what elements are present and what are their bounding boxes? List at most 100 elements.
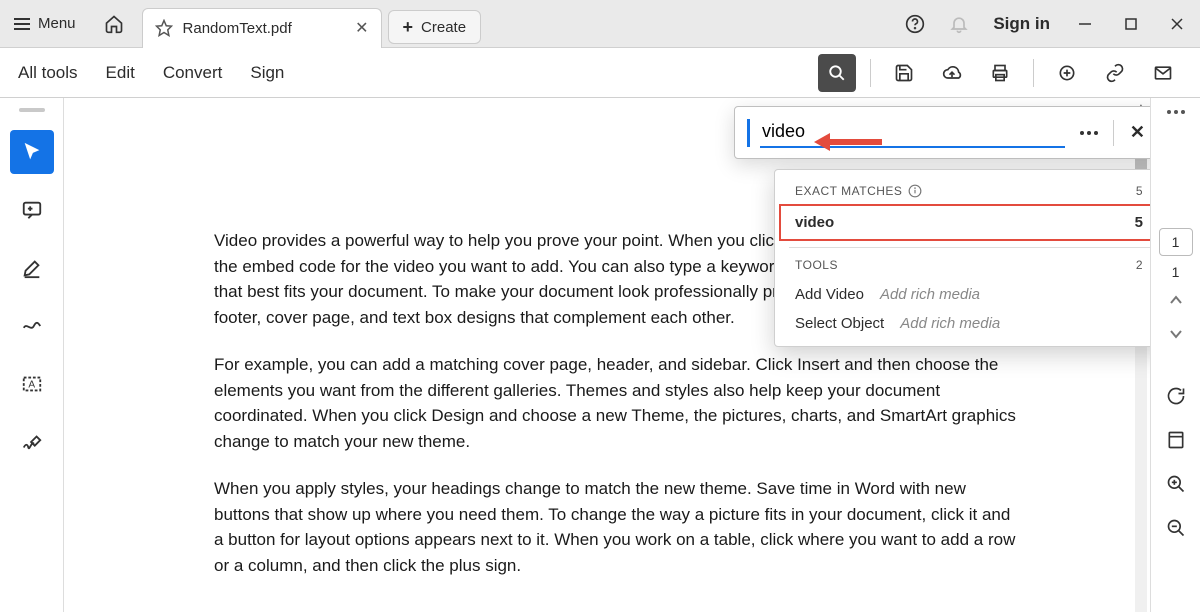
select-tool[interactable]	[10, 130, 54, 174]
search-close-button[interactable]: ✕	[1124, 122, 1150, 143]
titlebar: Menu RandomText.pdf ✕ + Create Sign in	[0, 0, 1200, 48]
page-next-button[interactable]	[1158, 320, 1194, 348]
convert-button[interactable]: Convert	[163, 63, 223, 83]
match-label: video	[795, 214, 834, 231]
search-options-button[interactable]	[1075, 126, 1103, 140]
exact-matches-header: EXACT MATCHES 5	[775, 180, 1150, 206]
cloud-upload-icon	[942, 63, 962, 83]
main-area: A Video provides a powerful way to help …	[0, 98, 1200, 612]
fit-icon	[1166, 430, 1186, 450]
menu-button[interactable]: Menu	[0, 0, 90, 47]
zoom-out-button[interactable]	[1158, 510, 1194, 546]
tool-add-video[interactable]: Add Video Add rich media	[775, 280, 1150, 309]
star-icon	[155, 19, 173, 37]
notifications-button[interactable]	[937, 0, 981, 47]
document-area: Video provides a powerful way to help yo…	[64, 98, 1150, 612]
toolbar-left: All tools Edit Convert Sign	[18, 63, 284, 83]
all-tools-button[interactable]: All tools	[18, 63, 78, 83]
titlebar-right: Sign in	[893, 0, 1200, 47]
draw-tool[interactable]	[10, 304, 54, 348]
search-box: ✕	[734, 106, 1150, 159]
edit-button[interactable]: Edit	[106, 63, 135, 83]
tool-label: Add Video	[795, 286, 864, 303]
fit-page-button[interactable]	[1158, 422, 1194, 458]
zoom-in-button[interactable]	[1158, 466, 1194, 502]
panel-menu-button[interactable]	[1167, 110, 1185, 114]
rotate-button[interactable]	[1158, 378, 1194, 414]
save-button[interactable]	[885, 54, 923, 92]
info-icon	[908, 184, 922, 198]
exact-matches-count: 5	[1136, 184, 1143, 198]
help-button[interactable]	[893, 0, 937, 47]
save-icon	[894, 63, 914, 83]
titlebar-left: Menu RandomText.pdf ✕ + Create	[0, 0, 481, 47]
chevron-down-icon	[1169, 329, 1183, 339]
home-icon	[104, 14, 124, 34]
create-label: Create	[421, 19, 466, 36]
sparkle-icon	[1057, 63, 1077, 83]
draw-icon	[21, 315, 43, 337]
tab-title: RandomText.pdf	[183, 20, 346, 37]
highlight-tool[interactable]	[10, 246, 54, 290]
search-icon	[828, 64, 846, 82]
link-icon	[1105, 63, 1125, 83]
tool-select-object[interactable]: Select Object Add rich media	[775, 309, 1150, 338]
exact-matches-label: EXACT MATCHES	[795, 184, 902, 198]
search-result-video[interactable]: video 5	[779, 204, 1150, 241]
maximize-button[interactable]	[1108, 0, 1154, 47]
search-panel: ✕ EXACT MATCHES 5 video 5 TOOLS 2	[734, 106, 1150, 347]
separator	[1033, 59, 1034, 87]
zoom-out-icon	[1166, 518, 1186, 538]
match-count: 5	[1135, 214, 1143, 231]
cloud-button[interactable]	[933, 54, 971, 92]
cursor-icon	[21, 141, 43, 163]
menu-label: Menu	[38, 15, 76, 32]
document-tab[interactable]: RandomText.pdf ✕	[142, 8, 382, 48]
page-prev-button[interactable]	[1158, 286, 1194, 314]
text-select-tool[interactable]: A	[10, 362, 54, 406]
right-panel: 1 1	[1150, 98, 1200, 612]
plus-icon: +	[403, 17, 414, 38]
annotation-arrow	[814, 130, 884, 154]
tool-category: Add rich media	[900, 315, 1000, 332]
close-icon	[1170, 17, 1184, 31]
page-input[interactable]: 1	[1159, 228, 1193, 256]
chevron-up-icon	[1169, 295, 1183, 305]
separator	[870, 59, 871, 87]
zoom-in-icon	[1166, 474, 1186, 494]
ai-button[interactable]	[1048, 54, 1086, 92]
minimize-icon	[1078, 17, 1092, 31]
close-window-button[interactable]	[1154, 0, 1200, 47]
more-icon	[1079, 130, 1099, 136]
signature-tool[interactable]	[10, 420, 54, 464]
minimize-button[interactable]	[1062, 0, 1108, 47]
comment-icon	[21, 199, 43, 221]
signin-button[interactable]: Sign in	[981, 14, 1062, 34]
tool-category: Add rich media	[880, 286, 980, 303]
search-input[interactable]	[760, 117, 1065, 148]
comment-tool[interactable]	[10, 188, 54, 232]
tools-count: 2	[1136, 258, 1143, 272]
sign-button[interactable]: Sign	[250, 63, 284, 83]
home-button[interactable]	[90, 0, 138, 47]
email-icon	[1153, 63, 1173, 83]
print-button[interactable]	[981, 54, 1019, 92]
paragraph-3: When you apply styles, your headings cha…	[214, 476, 1020, 578]
tools-header: TOOLS 2	[775, 254, 1150, 280]
bell-icon	[949, 14, 969, 34]
create-button[interactable]: + Create	[388, 10, 482, 44]
tool-label: Select Object	[795, 315, 884, 332]
link-button[interactable]	[1096, 54, 1134, 92]
find-button[interactable]	[818, 54, 856, 92]
tab-close-button[interactable]: ✕	[355, 18, 368, 38]
email-button[interactable]	[1144, 54, 1182, 92]
red-arrow-icon	[814, 130, 884, 154]
maximize-icon	[1124, 17, 1138, 31]
panel-handle[interactable]	[19, 108, 45, 112]
print-icon	[990, 63, 1010, 83]
signature-icon	[21, 431, 43, 453]
text-select-icon: A	[21, 373, 43, 395]
rotate-icon	[1166, 386, 1186, 406]
tools-label: TOOLS	[795, 258, 838, 272]
highlight-icon	[21, 257, 43, 279]
